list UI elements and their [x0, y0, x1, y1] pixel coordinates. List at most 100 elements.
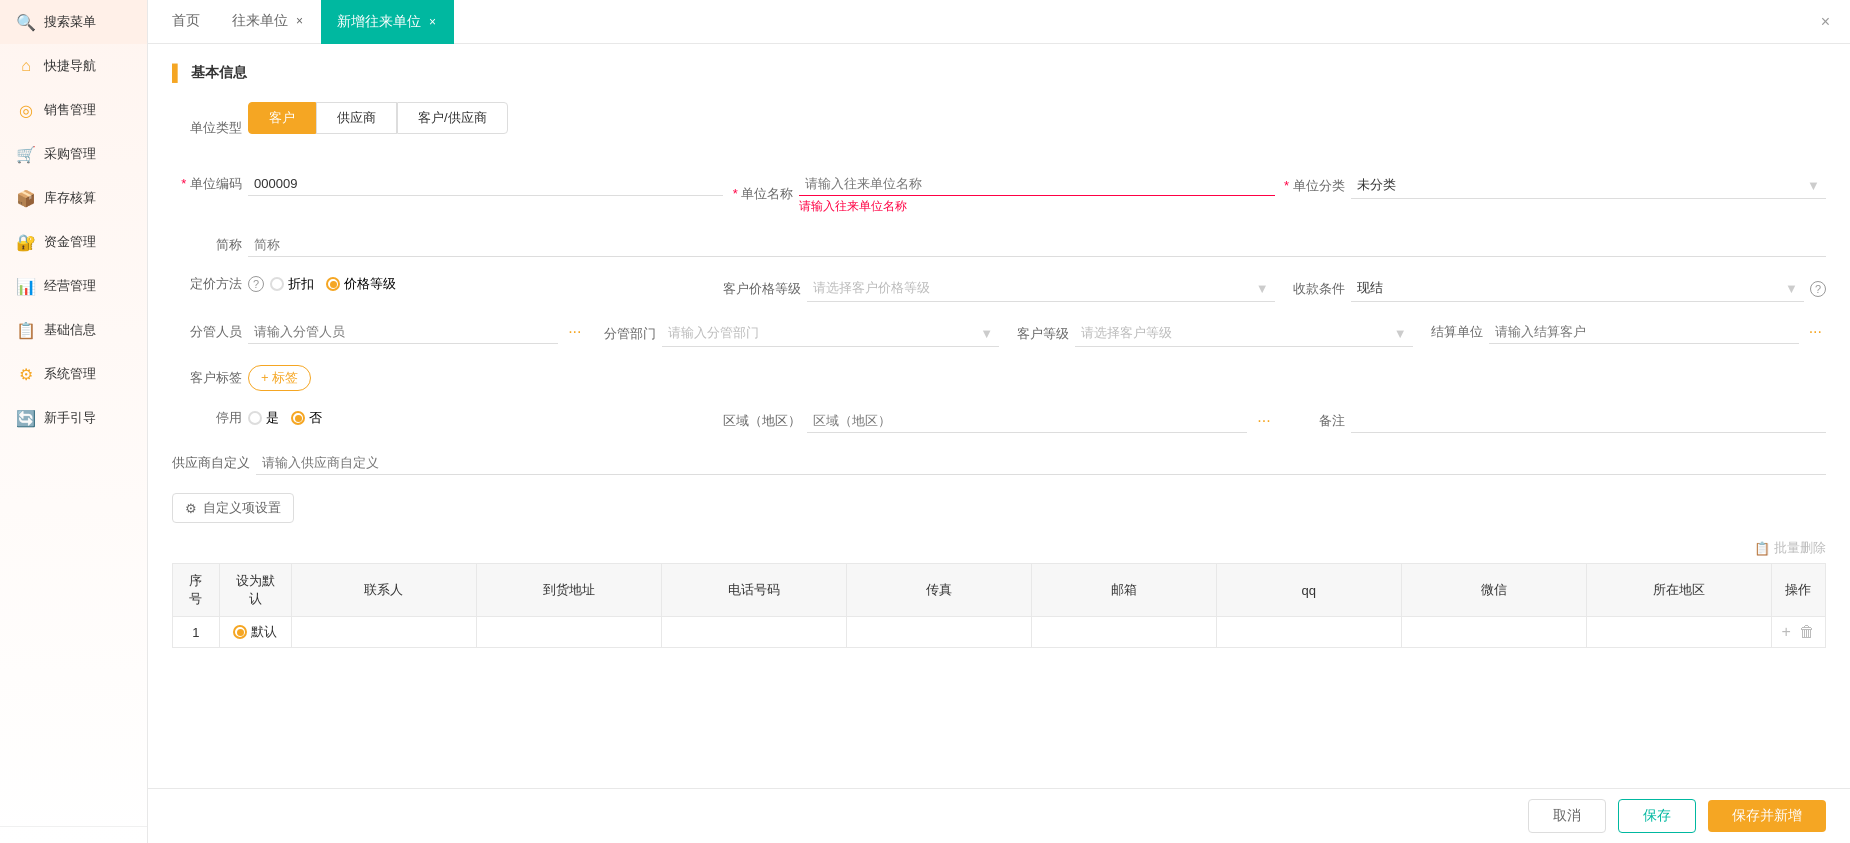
unit-category-select[interactable]: 未分类 ▼ [1351, 172, 1826, 199]
short-name-label: 简称 [172, 236, 242, 254]
sidebar-label-system: 系统管理 [44, 365, 96, 383]
sidebar-item-finance[interactable]: 🔐 资金管理 [0, 220, 147, 264]
cell-email[interactable] [1031, 617, 1216, 648]
sidebar-item-quicknav[interactable]: ⌂ 快捷导航 [0, 44, 147, 88]
col-wechat: 微信 [1401, 564, 1586, 617]
sidebar-item-guide[interactable]: 🔄 新手引导 [0, 396, 147, 440]
pricing-label: 定价方法 [172, 275, 242, 293]
remark-label: 备注 [1275, 412, 1345, 430]
row-pricing: 定价方法 ? 折扣 价格等级 客户价格等级 请选择客户价格等级 [172, 275, 1826, 302]
sidebar-label-quicknav: 快捷导航 [44, 57, 96, 75]
customer-level-select[interactable]: 请选择客户等级 ▼ [1075, 320, 1413, 347]
cell-phone[interactable] [661, 617, 846, 648]
pricing-help-icon[interactable]: ? [248, 276, 264, 292]
unit-type-customer[interactable]: 客户 [248, 102, 316, 134]
cell-region[interactable] [1586, 617, 1771, 648]
inventory-icon: 📦 [16, 188, 36, 208]
table-row: 1 默认 [173, 617, 1826, 648]
main-close-button[interactable]: × [1809, 13, 1842, 31]
tab-contacts[interactable]: 往来单位 × [216, 0, 321, 44]
sidebar-label-operations: 经营管理 [44, 277, 96, 295]
disable-label: 停用 [172, 409, 242, 427]
unit-name-group: 请输入往来单位名称 [799, 172, 1274, 215]
manager-label: 分管人员 [172, 323, 242, 341]
cell-address[interactable] [476, 617, 661, 648]
price-arrow-icon: ▼ [1256, 281, 1269, 296]
department-select[interactable]: 请输入分管部门 ▼ [662, 320, 1000, 347]
sidebar-item-basic[interactable]: 📋 基础信息 [0, 308, 147, 352]
pricing-discount[interactable]: 折扣 [270, 275, 314, 293]
tab-home[interactable]: 首页 [156, 0, 216, 44]
supplier-custom-input[interactable] [256, 451, 1826, 475]
row-shortname: 简称 [172, 233, 1826, 257]
sidebar-item-inventory[interactable]: 📦 库存核算 [0, 176, 147, 220]
customer-price-select[interactable]: 请选择客户价格等级 ▼ [807, 275, 1274, 302]
supplier-custom-field: 供应商自定义 [172, 451, 1826, 475]
row-supplier-custom: 供应商自定义 [172, 451, 1826, 475]
cell-contact[interactable] [291, 617, 476, 648]
add-row-icon[interactable]: + [1782, 623, 1791, 641]
unit-name-input[interactable] [799, 172, 1274, 196]
cell-seq: 1 [173, 617, 220, 648]
department-field: 分管部门 请输入分管部门 ▼ [586, 320, 1000, 347]
payment-terms-select[interactable]: 现结 ▼ [1351, 275, 1804, 302]
unit-type-supplier[interactable]: 供应商 [316, 102, 397, 134]
guide-icon: 🔄 [16, 408, 36, 428]
col-contact: 联系人 [291, 564, 476, 617]
save-new-button[interactable]: 保存并新增 [1708, 800, 1826, 832]
tab-contacts-close[interactable]: × [294, 12, 305, 30]
custom-settings-button[interactable]: ⚙ 自定义项设置 [172, 493, 294, 523]
disable-radio-group: 是 否 [248, 409, 322, 427]
payment-help-icon[interactable]: ? [1810, 281, 1826, 297]
disable-yes[interactable]: 是 [248, 409, 279, 427]
short-name-input[interactable] [248, 233, 1826, 257]
sidebar-label-search: 搜索菜单 [44, 13, 96, 31]
unit-category-field: 单位分类 未分类 ▼ [1275, 172, 1826, 199]
save-button[interactable]: 保存 [1618, 799, 1696, 833]
pricing-level-radio [326, 277, 340, 291]
cell-default: 默认 [219, 617, 291, 648]
region-more-icon[interactable]: ··· [1253, 412, 1274, 430]
search-icon: 🔍 [16, 12, 36, 32]
cancel-button[interactable]: 取消 [1528, 799, 1606, 833]
payment-terms-field: 收款条件 现结 ▼ ? [1275, 275, 1826, 302]
unit-type-both[interactable]: 客户/供应商 [397, 102, 508, 134]
sidebar-item-sales[interactable]: ◎ 销售管理 [0, 88, 147, 132]
disable-no[interactable]: 否 [291, 409, 322, 427]
tab-new-contact-close[interactable]: × [427, 13, 438, 31]
row-customer-tag: 客户标签 + 标签 [172, 365, 1826, 391]
settlement-input[interactable] [1489, 320, 1799, 344]
sidebar-item-purchase[interactable]: 🛒 采购管理 [0, 132, 147, 176]
remark-input[interactable] [1351, 409, 1826, 433]
customer-level-label: 客户等级 [999, 325, 1069, 343]
region-input[interactable] [807, 409, 1247, 433]
pricing-radio-group: 折扣 价格等级 [270, 275, 396, 293]
add-tag-button[interactable]: + 标签 [248, 365, 311, 391]
bottom-toolbar: 取消 保存 保存并新增 [148, 788, 1850, 843]
manager-input[interactable] [248, 320, 558, 344]
batch-delete-label[interactable]: 批量删除 [1774, 539, 1826, 557]
unit-code-input[interactable] [248, 172, 723, 196]
main-content: 首页 往来单位 × 新增往来单位 × × ▌ 基本信息 单位类型 客户 供应商 … [148, 0, 1850, 843]
manager-more-icon[interactable]: ··· [564, 323, 585, 341]
cell-qq[interactable] [1216, 617, 1401, 648]
form-area: ▌ 基本信息 单位类型 客户 供应商 客户/供应商 单位编码 单位名称 [148, 44, 1850, 788]
sidebar-item-system[interactable]: ⚙ 系统管理 [0, 352, 147, 396]
settlement-more-icon[interactable]: ··· [1805, 323, 1826, 341]
cell-wechat[interactable] [1401, 617, 1586, 648]
pricing-level[interactable]: 价格等级 [326, 275, 396, 293]
default-radio[interactable] [233, 625, 247, 639]
settlement-label: 结算单位 [1413, 323, 1483, 341]
unit-name-error: 请输入往来单位名称 [799, 198, 907, 215]
row-manager: 分管人员 ··· 分管部门 请输入分管部门 ▼ 客户等级 请选择客户等级 ▼ 结… [172, 320, 1826, 347]
delete-row-icon[interactable]: 🗑 [1799, 623, 1815, 641]
cell-fax[interactable] [846, 617, 1031, 648]
tab-new-contact[interactable]: 新增往来单位 × [321, 0, 454, 44]
table-header: 序号 设为默认 联系人 到货地址 电话号码 传真 邮箱 qq 微信 所在地区 操… [173, 564, 1826, 617]
sidebar: 🔍 搜索菜单 ⌂ 快捷导航 ◎ 销售管理 🛒 采购管理 📦 库存核算 🔐 资金管… [0, 0, 148, 843]
dept-arrow-icon: ▼ [980, 326, 993, 341]
customer-level-field: 客户等级 请选择客户等级 ▼ [999, 320, 1413, 347]
sidebar-item-operations[interactable]: 📊 经营管理 [0, 264, 147, 308]
disable-no-radio [291, 411, 305, 425]
sidebar-item-search[interactable]: 🔍 搜索菜单 [0, 0, 147, 44]
